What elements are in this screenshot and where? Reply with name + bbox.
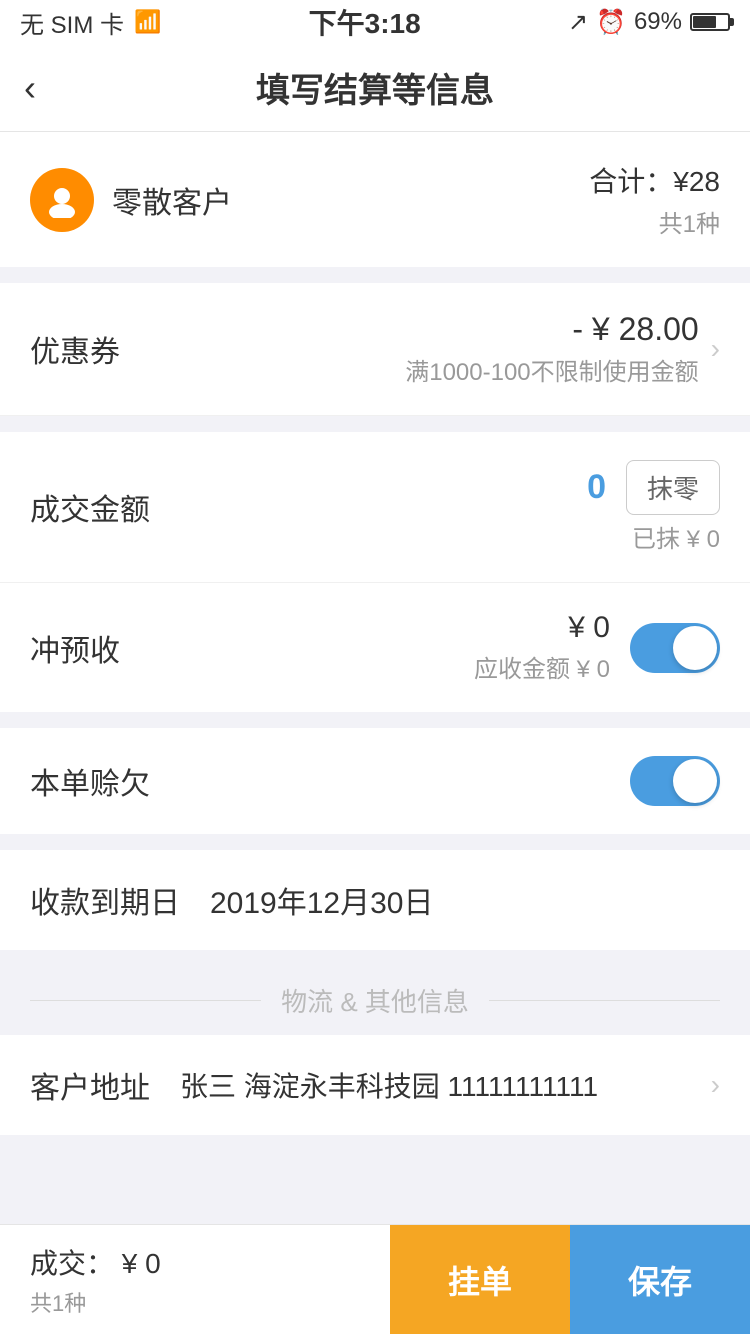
bottom-bar: 成交： ¥ 0 共1种 挂单 保存 xyxy=(0,1224,750,1334)
coupon-value: - ¥ 28.00 满1000-100不限制使用金额 xyxy=(405,311,698,387)
duedate-value: 2019年12月30日 xyxy=(210,878,433,922)
avatar xyxy=(30,168,94,232)
customer-row: 零散客户 合计：¥28 共1种 xyxy=(0,132,750,267)
duedate-label: 收款到期日 xyxy=(30,878,180,922)
toggle-knob xyxy=(673,626,717,670)
prepayment-amount: ¥ 0 应收金额 ¥ 0 xyxy=(474,611,610,684)
bottom-deal-row: 成交： ¥ 0 xyxy=(30,1242,360,1282)
hold-button[interactable]: 挂单 xyxy=(390,1225,570,1334)
debt-toggle-knob xyxy=(673,759,717,803)
prepayment-sub: 应收金额 ¥ 0 xyxy=(474,649,610,684)
coupon-chevron-icon: › xyxy=(711,333,720,365)
transaction-value[interactable]: 0 xyxy=(587,468,606,507)
location-icon: ↗ xyxy=(568,8,588,37)
bottom-deal-label: 成交： xyxy=(30,1248,114,1279)
customer-right: 合计：¥28 共1种 xyxy=(589,160,720,239)
battery-icon xyxy=(690,13,730,31)
status-bar: 无 SIM 卡 📶 下午3:18 ↗ ⏰ 69% xyxy=(0,0,750,44)
prepayment-row: 冲预收 ¥ 0 应收金额 ¥ 0 xyxy=(0,583,750,712)
logistics-title: 物流 & 其他信息 xyxy=(261,982,489,1019)
wifi-icon: 📶 xyxy=(134,9,161,35)
amount-input-area: 0 抹零 xyxy=(587,460,720,515)
prepayment-value: ¥ 0 xyxy=(474,611,610,645)
divider-line-left xyxy=(30,1000,261,1001)
logistics-divider-row: 物流 & 其他信息 xyxy=(0,982,750,1019)
prepayment-right: ¥ 0 应收金额 ¥ 0 xyxy=(474,611,720,684)
transaction-label: 成交金额 xyxy=(30,485,150,529)
address-section[interactable]: 客户地址 张三 海淀永丰科技园 11111111111 › xyxy=(0,1035,750,1135)
debt-label: 本单赊欠 xyxy=(30,759,150,803)
carrier-label: 无 SIM 卡 xyxy=(20,5,124,40)
bottom-count: 共1种 xyxy=(30,1286,360,1318)
bottom-info: 成交： ¥ 0 共1种 xyxy=(0,1242,390,1318)
coupon-section: 优惠券 - ¥ 28.00 满1000-100不限制使用金额 › xyxy=(0,283,750,416)
coupon-discount: - ¥ 28.00 xyxy=(405,311,698,348)
coupon-row[interactable]: 优惠券 - ¥ 28.00 满1000-100不限制使用金额 › xyxy=(0,283,750,416)
customer-left: 零散客户 xyxy=(30,168,232,232)
debt-toggle[interactable] xyxy=(630,756,720,806)
debt-section: 本单赊欠 xyxy=(0,728,750,834)
save-button[interactable]: 保存 xyxy=(570,1225,750,1334)
prepayment-label: 冲预收 xyxy=(30,626,150,670)
customer-name: 零散客户 xyxy=(112,178,232,222)
coupon-label: 优惠券 xyxy=(30,327,150,371)
address-chevron-icon: › xyxy=(711,1069,720,1101)
coupon-desc: 满1000-100不限制使用金额 xyxy=(405,352,698,387)
roundoff-button[interactable]: 抹零 xyxy=(626,460,720,515)
customer-count: 共1种 xyxy=(589,204,720,239)
status-time: 下午3:18 xyxy=(309,2,421,42)
amount-section: 成交金额 0 抹零 已抹 ¥ 0 冲预收 ¥ 0 应收金额 ¥ 0 xyxy=(0,432,750,712)
divider-line-right xyxy=(489,1000,720,1001)
prepayment-toggle[interactable] xyxy=(630,623,720,673)
back-button[interactable]: ‹ xyxy=(24,67,36,109)
transaction-sub: 已抹 ¥ 0 xyxy=(587,519,720,554)
status-right: ↗ ⏰ 69% xyxy=(568,8,730,37)
nav-bar: ‹ 填写结算等信息 xyxy=(0,44,750,132)
status-left: 无 SIM 卡 📶 xyxy=(20,5,161,40)
main-content: 零散客户 合计：¥28 共1种 优惠券 - ¥ 28.00 满1000-100不… xyxy=(0,132,750,1271)
duedate-row: 收款到期日 2019年12月30日 xyxy=(30,878,720,922)
coupon-right: - ¥ 28.00 满1000-100不限制使用金额 › xyxy=(405,311,720,387)
logistics-divider-section: 物流 & 其他信息 xyxy=(0,966,750,1035)
bottom-deal-amount: ¥ 0 xyxy=(122,1248,161,1279)
address-label: 客户地址 xyxy=(30,1063,150,1107)
address-value: 张三 海淀永丰科技园 11111111111 xyxy=(180,1065,711,1105)
page-title: 填写结算等信息 xyxy=(256,63,494,112)
transaction-right: 0 抹零 已抹 ¥ 0 xyxy=(587,460,720,554)
alarm-icon: ⏰ xyxy=(596,8,626,37)
transaction-row: 成交金额 0 抹零 已抹 ¥ 0 xyxy=(0,432,750,583)
customer-total: 合计：¥28 xyxy=(589,160,720,200)
battery-percent: 69% xyxy=(634,8,682,36)
duedate-section: 收款到期日 2019年12月30日 xyxy=(0,850,750,950)
bottom-buttons: 挂单 保存 xyxy=(390,1225,750,1334)
